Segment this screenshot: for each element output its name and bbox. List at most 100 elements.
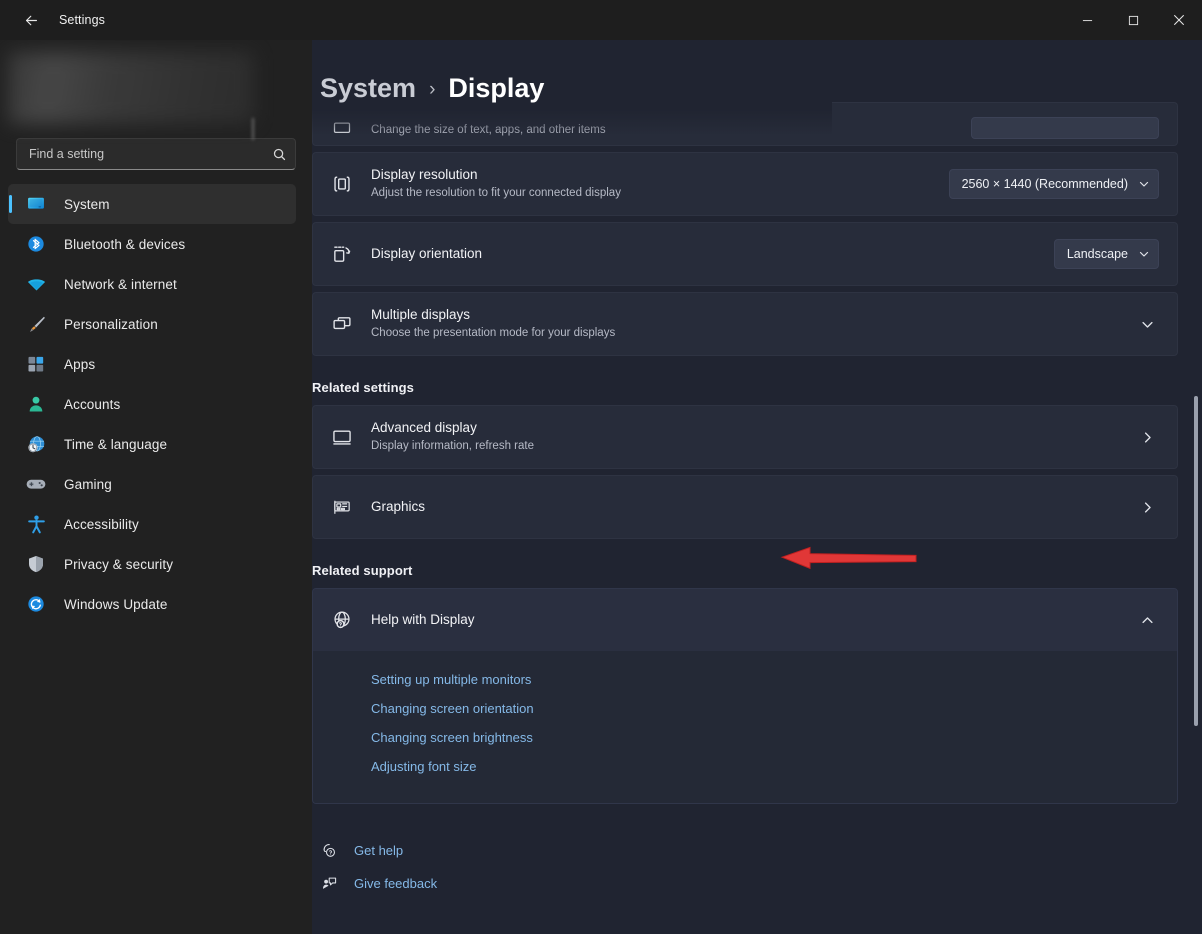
settings-row-display-orientation[interactable]: Display orientation Landscape bbox=[312, 222, 1178, 286]
sidebar-item-label: Accessibility bbox=[64, 517, 139, 532]
chevron-down-icon bbox=[1138, 178, 1150, 190]
settings-row-subtitle: Adjust the resolution to fit your connec… bbox=[371, 185, 949, 202]
person-icon bbox=[24, 392, 48, 416]
paintbrush-icon bbox=[24, 312, 48, 336]
search-icon bbox=[272, 147, 287, 162]
settings-row-control bbox=[1140, 317, 1159, 332]
sidebar-item-accounts[interactable]: Accounts bbox=[8, 384, 296, 424]
related-settings-heading: Related settings bbox=[312, 380, 1178, 395]
settings-row-control: Landscape bbox=[1054, 239, 1159, 269]
settings-row-advanced-display[interactable]: Advanced display Display information, re… bbox=[312, 405, 1178, 469]
clock-globe-icon bbox=[24, 432, 48, 456]
navigation-sidebar: System Bluetooth & devices bbox=[0, 40, 312, 934]
settings-row-text: Graphics bbox=[371, 498, 1140, 516]
gamepad-icon bbox=[24, 472, 48, 496]
give-feedback-link[interactable]: Give feedback bbox=[318, 867, 518, 900]
sidebar-item-apps[interactable]: Apps bbox=[8, 344, 296, 384]
maximize-button[interactable] bbox=[1110, 0, 1156, 40]
settings-row-title: Display orientation bbox=[371, 245, 1054, 263]
settings-row-text: Advanced display Display information, re… bbox=[371, 419, 1140, 455]
help-with-display-title: Help with Display bbox=[371, 611, 1140, 629]
expander-chevron-down-icon[interactable] bbox=[1140, 317, 1159, 332]
resolution-icon bbox=[329, 173, 355, 195]
give-feedback-icon bbox=[318, 875, 340, 892]
bluetooth-icon bbox=[24, 232, 48, 256]
sidebar-item-label: Accounts bbox=[64, 397, 120, 412]
breadcrumb-parent[interactable]: System bbox=[320, 73, 416, 104]
settings-row-control bbox=[1140, 500, 1159, 515]
shield-icon bbox=[24, 552, 48, 576]
settings-row-control bbox=[1140, 430, 1159, 445]
display-resolution-value: 2560 × 1440 (Recommended) bbox=[962, 177, 1128, 191]
settings-row-title: Display resolution bbox=[371, 166, 949, 184]
settings-row-title: Multiple displays bbox=[371, 306, 1140, 324]
scale-combo[interactable] bbox=[971, 117, 1159, 139]
settings-row-multiple-displays[interactable]: Multiple displays Choose the presentatio… bbox=[312, 292, 1178, 356]
sidebar-item-accessibility[interactable]: Accessibility bbox=[8, 504, 296, 544]
settings-scroll-region[interactable]: Change the size of text, apps, and other… bbox=[312, 40, 1202, 934]
help-link-changing-screen-brightness[interactable]: Changing screen brightness bbox=[313, 723, 1177, 752]
window-title: Settings bbox=[59, 13, 105, 27]
display-resolution-dropdown[interactable]: 2560 × 1440 (Recommended) bbox=[949, 169, 1159, 199]
help-link-setting-up-multiple-monitors[interactable]: Setting up multiple monitors bbox=[313, 665, 1177, 694]
get-help-icon bbox=[318, 842, 340, 859]
minimize-button[interactable] bbox=[1064, 0, 1110, 40]
sidebar-item-privacy-security[interactable]: Privacy & security bbox=[8, 544, 296, 584]
search-box[interactable] bbox=[16, 138, 296, 170]
sidebar-item-windows-update[interactable]: Windows Update bbox=[8, 584, 296, 624]
close-button[interactable] bbox=[1156, 0, 1202, 40]
back-button[interactable] bbox=[8, 4, 54, 36]
sidebar-item-label: Privacy & security bbox=[64, 557, 173, 572]
monitor-icon bbox=[24, 192, 48, 216]
sidebar-item-bluetooth-devices[interactable]: Bluetooth & devices bbox=[8, 224, 296, 264]
sidebar-item-label: Apps bbox=[64, 357, 95, 372]
footer-links: Get help Give feedback bbox=[312, 834, 1178, 900]
settings-row-title: Advanced display bbox=[371, 419, 1140, 437]
sidebar-item-label: Bluetooth & devices bbox=[64, 237, 185, 252]
wifi-icon bbox=[24, 272, 48, 296]
settings-row-subtitle: Choose the presentation mode for your di… bbox=[371, 325, 1140, 342]
sidebar-item-gaming[interactable]: Gaming bbox=[8, 464, 296, 504]
get-help-link[interactable]: Get help bbox=[318, 834, 518, 867]
window-controls bbox=[1064, 0, 1202, 40]
chevron-right-icon bbox=[1140, 500, 1159, 515]
minimize-icon bbox=[1082, 15, 1093, 26]
settings-row-display-resolution[interactable]: Display resolution Adjust the resolution… bbox=[312, 152, 1178, 216]
orientation-icon bbox=[329, 243, 355, 265]
advanced-display-icon bbox=[329, 426, 355, 448]
sidebar-item-personalization[interactable]: Personalization bbox=[8, 304, 296, 344]
help-link-adjusting-font-size[interactable]: Adjusting font size bbox=[313, 752, 1177, 781]
settings-row-text: Multiple displays Choose the presentatio… bbox=[371, 306, 1140, 342]
user-profile-redacted[interactable] bbox=[8, 52, 254, 124]
settings-row-control bbox=[971, 117, 1159, 139]
settings-row-title: Graphics bbox=[371, 498, 1140, 516]
title-bar: Settings bbox=[0, 0, 1202, 40]
sidebar-item-network-internet[interactable]: Network & internet bbox=[8, 264, 296, 304]
chevron-right-icon bbox=[1140, 430, 1159, 445]
help-with-display-header[interactable]: Help with Display bbox=[313, 589, 1177, 651]
settings-window: Settings bbox=[0, 0, 1202, 934]
help-header-text: Help with Display bbox=[371, 611, 1140, 629]
sidebar-item-label: Time & language bbox=[64, 437, 167, 452]
settings-row-scale[interactable]: Change the size of text, apps, and other… bbox=[312, 102, 1178, 146]
display-orientation-value: Landscape bbox=[1067, 247, 1128, 261]
arrow-left-icon bbox=[23, 12, 40, 29]
update-icon bbox=[24, 592, 48, 616]
expander-chevron-up-icon[interactable] bbox=[1140, 613, 1159, 628]
accessibility-icon bbox=[24, 512, 48, 536]
help-link-changing-screen-orientation[interactable]: Changing screen orientation bbox=[313, 694, 1177, 723]
give-feedback-label: Give feedback bbox=[354, 876, 437, 891]
scrollbar-thumb[interactable] bbox=[1194, 396, 1198, 726]
window-body: System Bluetooth & devices bbox=[0, 40, 1202, 934]
sidebar-item-time-language[interactable]: Time & language bbox=[8, 424, 296, 464]
profile-edge-artifact bbox=[252, 118, 254, 140]
search-input[interactable] bbox=[29, 147, 272, 161]
display-orientation-dropdown[interactable]: Landscape bbox=[1054, 239, 1159, 269]
settings-row-graphics[interactable]: Graphics bbox=[312, 475, 1178, 539]
settings-row-subtitle: Display information, refresh rate bbox=[371, 438, 1140, 455]
related-support-heading: Related support bbox=[312, 563, 1178, 578]
sidebar-item-system[interactable]: System bbox=[8, 184, 296, 224]
scale-icon bbox=[329, 119, 355, 139]
vertical-scrollbar[interactable] bbox=[1193, 136, 1199, 926]
sidebar-item-label: Personalization bbox=[64, 317, 158, 332]
